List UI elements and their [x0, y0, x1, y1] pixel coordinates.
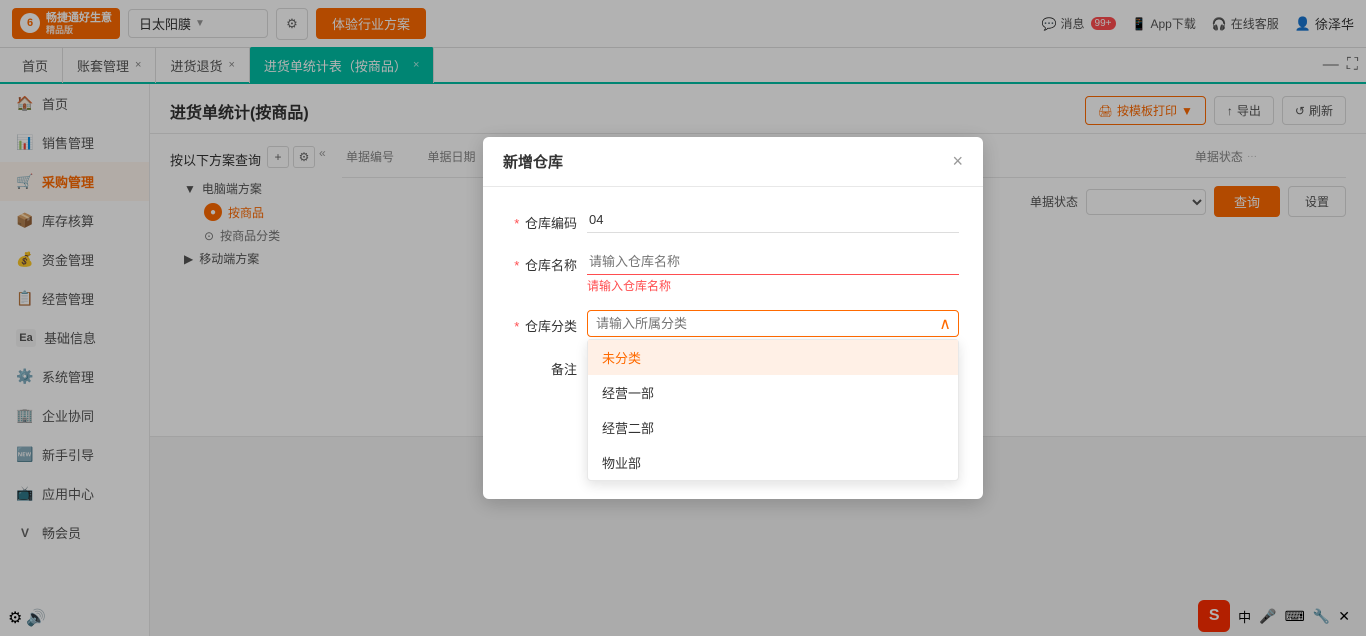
dropdown-item-2[interactable]: 经营二部	[588, 410, 958, 445]
add-warehouse-modal: 新增仓库 × * 仓库编码 * 仓库名称 请输入仓库名称	[483, 137, 983, 499]
dropdown-item-0[interactable]: 未分类	[588, 340, 958, 375]
dropdown-arrow-icon[interactable]: ∧	[939, 314, 951, 334]
modal-close-button[interactable]: ×	[952, 151, 963, 172]
warehouse-code-label: * 仓库编码	[507, 207, 577, 232]
modal-header: 新增仓库 ×	[483, 137, 983, 187]
dropdown-item-1[interactable]: 经营一部	[588, 375, 958, 410]
required-mark-category: *	[514, 319, 519, 334]
modal-title: 新增仓库	[503, 151, 563, 172]
warehouse-name-error-msg: 请输入仓库名称	[587, 277, 959, 294]
warehouse-name-label: * 仓库名称	[507, 249, 577, 274]
warehouse-code-input-wrapper	[587, 207, 959, 233]
dropdown-item-3[interactable]: 物业部	[588, 445, 958, 480]
warehouse-category-label: * 仓库分类	[507, 310, 577, 335]
warehouse-name-row: * 仓库名称 请输入仓库名称	[507, 249, 959, 294]
category-dropdown-wrapper: ∧ 未分类 经营一部 经营二部 物业部	[587, 310, 959, 337]
remark-label: 备注	[507, 353, 577, 378]
required-mark-name: *	[514, 258, 519, 273]
warehouse-name-input[interactable]	[587, 249, 959, 275]
category-dropdown-input[interactable]	[587, 310, 959, 337]
required-mark-code: *	[514, 216, 519, 231]
category-dropdown-list: 未分类 经营一部 经营二部 物业部	[587, 339, 959, 481]
modal-body: * 仓库编码 * 仓库名称 请输入仓库名称 * 仓库分类	[483, 187, 983, 431]
warehouse-name-input-wrapper: 请输入仓库名称	[587, 249, 959, 294]
warehouse-code-row: * 仓库编码	[507, 207, 959, 233]
warehouse-category-row: * 仓库分类 ∧ 未分类 经营一部 经营二部 物业部	[507, 310, 959, 337]
warehouse-code-input[interactable]	[587, 207, 959, 233]
